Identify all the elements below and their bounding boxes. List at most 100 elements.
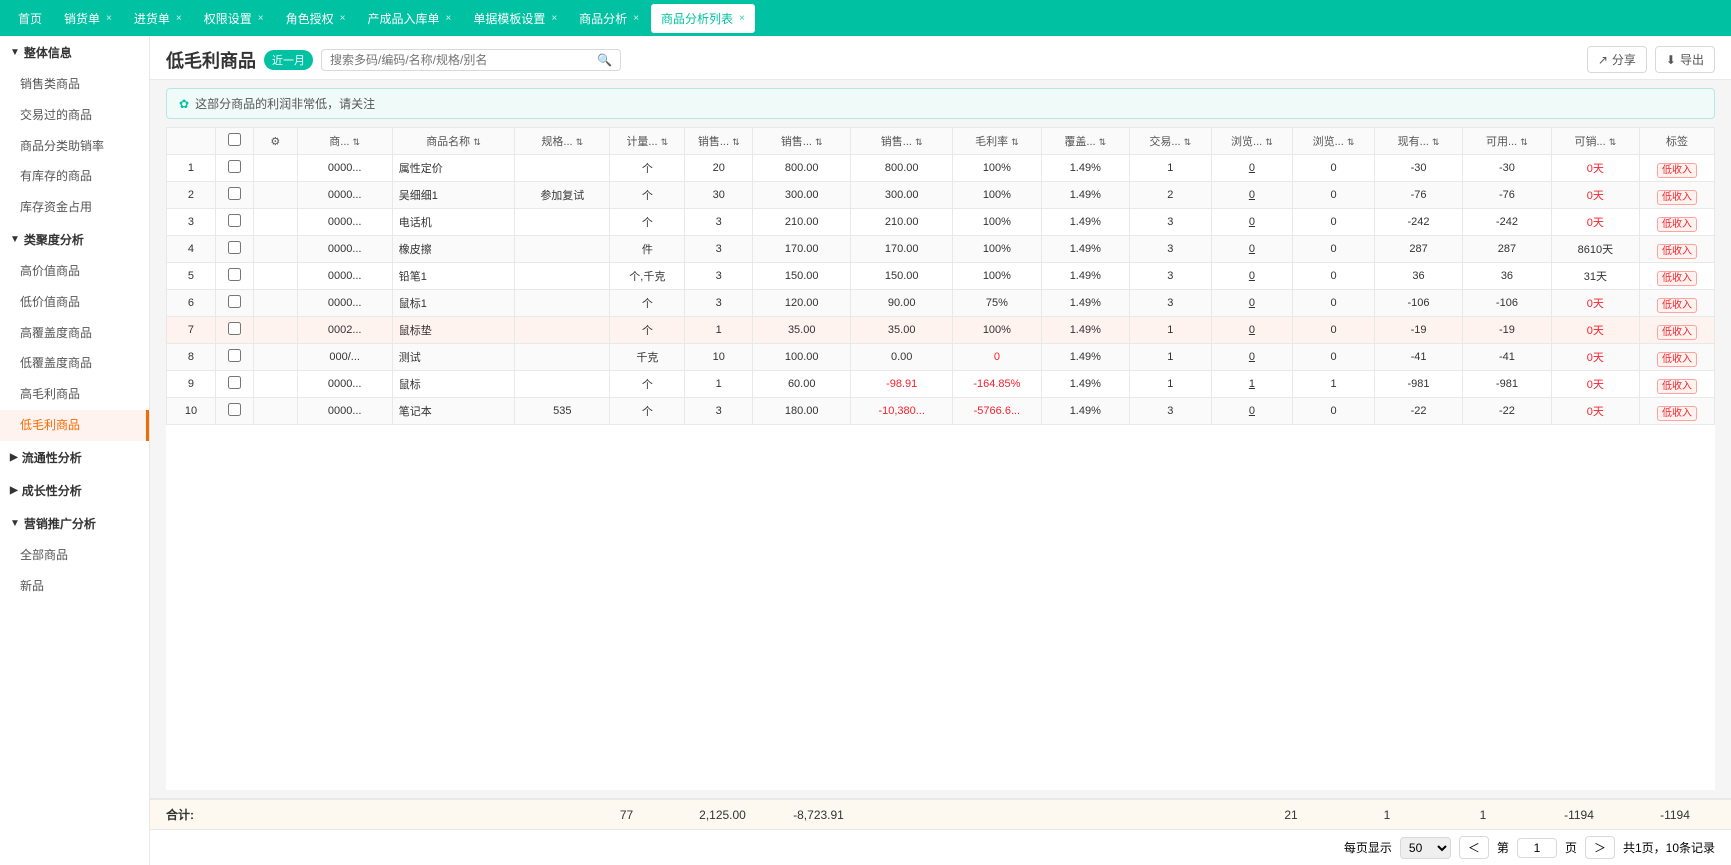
row-checkbox[interactable] xyxy=(215,290,253,317)
close-template-settings-icon[interactable]: × xyxy=(551,13,557,24)
col-header-gross-rate[interactable]: 毛利率 ⇅ xyxy=(953,128,1041,155)
sidebar-item-stock-capital[interactable]: 库存资金占用 xyxy=(0,192,149,223)
row-view1[interactable]: 0 xyxy=(1211,182,1293,209)
row-sellable-days: 0天 xyxy=(1551,209,1639,236)
sidebar-section-growth[interactable]: ▶ 成长性分析 xyxy=(0,474,149,507)
row-select-checkbox[interactable] xyxy=(228,322,241,335)
row-checkbox[interactable] xyxy=(215,263,253,290)
row-checkbox[interactable] xyxy=(215,398,253,425)
filter-tag-button[interactable]: 近一月 xyxy=(264,50,313,70)
row-checkbox[interactable] xyxy=(215,155,253,182)
row-select-checkbox[interactable] xyxy=(228,376,241,389)
row-view2: 1 xyxy=(1293,371,1375,398)
row-checkbox[interactable] xyxy=(215,236,253,263)
row-view1[interactable]: 0 xyxy=(1211,344,1293,371)
select-all-checkbox[interactable] xyxy=(228,133,241,146)
nav-permission-settings[interactable]: 权限设置 × xyxy=(194,4,274,33)
col-header-sellable-days[interactable]: 可销... ⇅ xyxy=(1551,128,1639,155)
sidebar-section-overview[interactable]: ▼ 整体信息 xyxy=(0,36,149,69)
row-select-checkbox[interactable] xyxy=(228,403,241,416)
col-header-checkbox[interactable] xyxy=(215,128,253,155)
share-button[interactable]: ↗ 分享 xyxy=(1587,46,1647,73)
sidebar-item-category-sales-rate[interactable]: 商品分类助销率 xyxy=(0,131,149,162)
page-number-input[interactable] xyxy=(1517,838,1557,858)
row-select-checkbox[interactable] xyxy=(228,268,241,281)
sidebar-section-cluster-analysis[interactable]: ▼ 类聚度分析 xyxy=(0,223,149,256)
prev-page-button[interactable]: ＜ xyxy=(1459,836,1489,859)
col-header-coverage[interactable]: 覆盖... ⇅ xyxy=(1041,128,1129,155)
row-sales-qty: 20 xyxy=(685,155,753,182)
row-view1[interactable]: 0 xyxy=(1211,398,1293,425)
row-seq: 8 xyxy=(167,344,216,371)
col-header-sales-qty[interactable]: 销售... ⇅ xyxy=(685,128,753,155)
sidebar-item-low-value[interactable]: 低价值商品 xyxy=(0,287,149,318)
row-select-checkbox[interactable] xyxy=(228,295,241,308)
nav-template-settings[interactable]: 单据模板设置 × xyxy=(463,4,567,33)
page-size-select[interactable]: 50 100 200 xyxy=(1400,837,1451,859)
col-header-unit[interactable]: 计量... ⇅ xyxy=(610,128,685,155)
nav-home[interactable]: 首页 xyxy=(8,4,52,33)
col-header-sales-amount[interactable]: 销售... ⇅ xyxy=(753,128,851,155)
col-header-settings[interactable]: ⚙ xyxy=(254,128,298,155)
nav-purchase-order[interactable]: 进货单 × xyxy=(124,4,192,33)
close-role-auth-icon[interactable]: × xyxy=(340,13,346,24)
row-checkbox[interactable] xyxy=(215,344,253,371)
col-header-sales-profit[interactable]: 销售... ⇅ xyxy=(851,128,953,155)
row-view1[interactable]: 0 xyxy=(1211,263,1293,290)
row-view1[interactable]: 0 xyxy=(1211,317,1293,344)
next-page-button[interactable]: ＞ xyxy=(1585,836,1615,859)
search-input[interactable] xyxy=(330,53,597,67)
col-header-available-stock[interactable]: 可用... ⇅ xyxy=(1463,128,1551,155)
sidebar-item-high-value[interactable]: 高价值商品 xyxy=(0,256,149,287)
sidebar-item-new-products[interactable]: 新品 xyxy=(0,571,149,602)
sidebar-item-low-margin[interactable]: 低毛利商品 xyxy=(0,410,149,441)
row-view1[interactable]: 0 xyxy=(1211,209,1293,236)
nav-product-analysis[interactable]: 商品分析 × xyxy=(569,4,649,33)
row-checkbox[interactable] xyxy=(215,371,253,398)
sidebar-section-liquidity[interactable]: ▶ 流通性分析 xyxy=(0,441,149,474)
nav-product-storage[interactable]: 产成品入库单 × xyxy=(357,4,461,33)
search-box[interactable]: 🔍 xyxy=(321,49,621,71)
sidebar-section-marketing[interactable]: ▼ 营销推广分析 xyxy=(0,507,149,540)
col-header-code[interactable]: 商... ⇅ xyxy=(297,128,392,155)
sidebar-item-sales-products[interactable]: 销售类商品 xyxy=(0,69,149,100)
product-table-container[interactable]: ⚙ 商... ⇅ 商品名称 ⇅ 规格... ⇅ 计量... ⇅ 销售... ⇅ … xyxy=(166,127,1715,790)
col-header-view2[interactable]: 浏览... ⇅ xyxy=(1293,128,1375,155)
nav-product-analysis-list[interactable]: 商品分析列表 × xyxy=(651,4,755,33)
close-permission-settings-icon[interactable]: × xyxy=(258,13,264,24)
close-product-storage-icon[interactable]: × xyxy=(445,13,451,24)
col-header-spec[interactable]: 规格... ⇅ xyxy=(515,128,610,155)
close-product-analysis-list-icon[interactable]: × xyxy=(739,13,745,24)
close-purchase-order-icon[interactable]: × xyxy=(176,13,182,24)
row-select-checkbox[interactable] xyxy=(228,160,241,173)
export-button[interactable]: ⬇ 导出 xyxy=(1655,46,1715,73)
col-header-trade[interactable]: 交易... ⇅ xyxy=(1130,128,1212,155)
row-view1[interactable]: 1 xyxy=(1211,371,1293,398)
col-header-tag[interactable]: 标签 xyxy=(1640,128,1715,155)
row-select-checkbox[interactable] xyxy=(228,187,241,200)
row-view1[interactable]: 0 xyxy=(1211,155,1293,182)
col-header-view1[interactable]: 浏览... ⇅ xyxy=(1211,128,1293,155)
row-view1[interactable]: 0 xyxy=(1211,236,1293,263)
col-header-current-stock[interactable]: 现有... ⇅ xyxy=(1374,128,1462,155)
row-checkbox[interactable] xyxy=(215,182,253,209)
row-view1[interactable]: 0 xyxy=(1211,290,1293,317)
sidebar-item-stocked-products[interactable]: 有库存的商品 xyxy=(0,161,149,192)
close-product-analysis-icon[interactable]: × xyxy=(633,13,639,24)
row-select-checkbox[interactable] xyxy=(228,214,241,227)
row-select-checkbox[interactable] xyxy=(228,349,241,362)
row-select-checkbox[interactable] xyxy=(228,241,241,254)
table-row: 8 000/... 测试 千克 10 100.00 0.00 0 1.49% 1… xyxy=(167,344,1715,371)
search-icon[interactable]: 🔍 xyxy=(597,53,612,67)
sidebar-item-low-coverage[interactable]: 低覆盖度商品 xyxy=(0,348,149,379)
sidebar-item-traded-products[interactable]: 交易过的商品 xyxy=(0,100,149,131)
col-header-name[interactable]: 商品名称 ⇅ xyxy=(392,128,514,155)
nav-role-auth[interactable]: 角色授权 × xyxy=(276,4,356,33)
sidebar-item-high-coverage[interactable]: 高覆盖度商品 xyxy=(0,318,149,349)
row-checkbox[interactable] xyxy=(215,209,253,236)
nav-sales-order[interactable]: 销货单 × xyxy=(54,4,122,33)
sidebar-item-all-products[interactable]: 全部商品 xyxy=(0,540,149,571)
close-sales-order-icon[interactable]: × xyxy=(106,13,112,24)
sidebar-item-high-margin[interactable]: 高毛利商品 xyxy=(0,379,149,410)
row-checkbox[interactable] xyxy=(215,317,253,344)
